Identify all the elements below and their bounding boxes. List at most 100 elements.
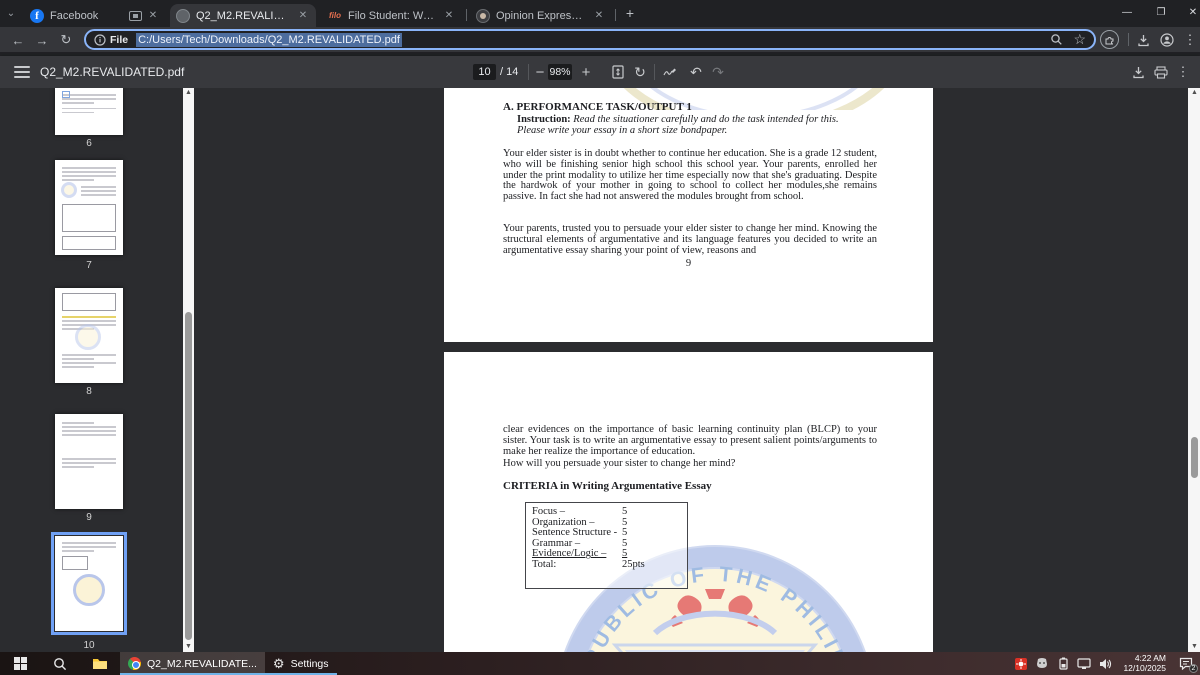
thumbnail-label: 9 bbox=[86, 512, 92, 523]
thumbnail-label: 6 bbox=[86, 138, 92, 149]
thumbnail-page-10[interactable] bbox=[55, 536, 123, 631]
scroll-up-icon[interactable]: ▲ bbox=[1189, 88, 1200, 98]
tray-app-red-icon[interactable] bbox=[1014, 657, 1028, 671]
tab-opinion[interactable]: Opinion Expression - Dola ✕ bbox=[470, 4, 612, 27]
taskbar-settings-label: Settings bbox=[290, 657, 329, 670]
window-maximize-button[interactable]: ❐ bbox=[1146, 0, 1176, 24]
pdf-toolbar: Q2_M2.REVALIDATED.pdf 10 / 14 − 98% + ↻ … bbox=[0, 56, 1200, 88]
toolbar-separator bbox=[528, 64, 529, 80]
thumbnail-page-9[interactable] bbox=[55, 414, 123, 509]
window-close-button[interactable]: ✕ bbox=[1178, 0, 1200, 24]
address-bar[interactable]: File C:/Users/Tech/Downloads/Q2_M2.REVAL… bbox=[84, 29, 1096, 50]
gear-icon: ⚙ bbox=[272, 655, 285, 671]
filo-favicon-icon: filo bbox=[329, 11, 341, 20]
thumbnail-page-8[interactable] bbox=[55, 288, 123, 383]
start-button[interactable] bbox=[0, 652, 40, 675]
taskbar-chrome-button[interactable]: Q2_M2.REVALIDATE... bbox=[120, 652, 265, 675]
pdf-menu-icon[interactable] bbox=[14, 66, 30, 78]
thumbnail-sidebar: 6 7 8 9 10 ▲ ▼ bbox=[0, 88, 196, 652]
search-icon bbox=[54, 657, 67, 670]
scroll-down-icon[interactable]: ▼ bbox=[1189, 642, 1200, 652]
fit-page-icon[interactable] bbox=[608, 62, 628, 82]
taskbar-clock[interactable]: 4:22 AM 12/10/2025 bbox=[1119, 653, 1170, 673]
pdf-page-9: A. PERFORMANCE TASK/OUTPUT 1 Instruction… bbox=[444, 88, 933, 342]
zoom-out-icon[interactable]: − bbox=[530, 62, 550, 82]
tab-close-icon[interactable]: ✕ bbox=[296, 9, 310, 23]
url-scheme-label: File bbox=[110, 33, 129, 46]
scroll-down-icon[interactable]: ▼ bbox=[183, 642, 194, 652]
annotate-pen-icon[interactable] bbox=[660, 62, 680, 82]
windows-taskbar: Q2_M2.REVALIDATE... ⚙ Settings 4:22 AM 1… bbox=[0, 652, 1200, 675]
battery-icon[interactable] bbox=[1056, 657, 1070, 671]
tab-filo[interactable]: filo Filo Student: World's Only Live | ✕ bbox=[322, 4, 462, 27]
criteria-heading: CRITERIA in Writing Argumentative Essay bbox=[503, 480, 712, 492]
criteria-value: 5 bbox=[622, 506, 628, 517]
page-number-input[interactable]: 10 bbox=[473, 64, 496, 80]
pdf-document-title: Q2_M2.REVALIDATED.pdf bbox=[40, 65, 185, 79]
file-explorer-button[interactable] bbox=[80, 652, 120, 675]
reload-icon[interactable]: ↻ bbox=[56, 30, 76, 50]
pdf-favicon-icon bbox=[176, 8, 190, 23]
forward-icon[interactable]: → bbox=[32, 30, 52, 50]
tab-close-icon[interactable]: ✕ bbox=[442, 9, 456, 23]
tab-close-icon[interactable]: ✕ bbox=[592, 9, 606, 23]
rotate-icon[interactable]: ↻ bbox=[630, 62, 650, 82]
network-display-icon[interactable] bbox=[1077, 657, 1092, 671]
main-scrollbar-thumb[interactable] bbox=[1190, 437, 1198, 478]
url-text-selected[interactable]: C:/Users/Tech/Downloads/Q2_M2.REVALIDATE… bbox=[136, 32, 402, 47]
thumbnail-page-7[interactable] bbox=[55, 160, 123, 255]
tab-pdf-active[interactable]: Q2_M2.REVALIDATED.pdf ✕ bbox=[170, 4, 316, 27]
instruction-label: Instruction: bbox=[517, 114, 571, 125]
browser-menu-icon[interactable]: ⋮ bbox=[1181, 31, 1199, 49]
scroll-up-icon[interactable]: ▲ bbox=[183, 88, 194, 98]
tab-facebook[interactable]: f Facebook ✕ bbox=[24, 4, 166, 27]
thumbnail-page-6[interactable] bbox=[55, 88, 123, 135]
tab-strip: ⌄ f Facebook ✕ Q2_M2.REVALIDATED.pdf ✕ f… bbox=[0, 0, 1200, 27]
bookmark-star-icon[interactable]: ☆ bbox=[1073, 31, 1086, 48]
tab-label: Facebook bbox=[50, 9, 99, 22]
zoom-in-icon[interactable]: + bbox=[576, 62, 596, 82]
chrome-logo-icon bbox=[128, 657, 141, 670]
thumbnail-label: 10 bbox=[83, 640, 95, 651]
clock-date: 12/10/2025 bbox=[1123, 662, 1166, 673]
print-icon[interactable] bbox=[1151, 62, 1171, 82]
tray-app-gray-icon[interactable] bbox=[1035, 657, 1049, 671]
criteria-row: Total: 25pts bbox=[532, 558, 687, 571]
tab-search-chevron-icon[interactable]: ⌄ bbox=[4, 8, 18, 20]
new-tab-button[interactable]: + bbox=[622, 6, 638, 22]
page-count-label: / 14 bbox=[500, 66, 519, 78]
redo-icon[interactable]: ↷ bbox=[708, 62, 728, 82]
download-icon[interactable] bbox=[1128, 62, 1148, 82]
search-icon[interactable] bbox=[1050, 33, 1063, 46]
toolbar-separator bbox=[654, 64, 655, 80]
pdf-more-menu-icon[interactable]: ⋮ bbox=[1173, 62, 1193, 82]
windows-logo-icon bbox=[13, 657, 27, 670]
downloads-icon[interactable] bbox=[1134, 31, 1152, 49]
criteria-row: Focus – 5 bbox=[532, 506, 687, 518]
profile-avatar-icon[interactable] bbox=[1158, 31, 1176, 49]
tab-label: Opinion Expression - Dola bbox=[496, 9, 586, 22]
info-icon[interactable] bbox=[94, 33, 106, 46]
taskbar-settings-button[interactable]: ⚙ Settings bbox=[264, 652, 337, 675]
main-scrollbar[interactable]: ▲ ▼ bbox=[1188, 88, 1200, 652]
extensions-icon[interactable] bbox=[1100, 30, 1119, 49]
criteria-value: 25pts bbox=[622, 558, 645, 570]
criteria-box: Focus –5 Organization –5 Sentence Struct… bbox=[525, 502, 688, 589]
zoom-level-value[interactable]: 98% bbox=[548, 64, 572, 80]
folder-icon bbox=[93, 659, 107, 669]
tab-close-icon[interactable]: ✕ bbox=[146, 9, 160, 23]
sidebar-scrollbar-thumb[interactable] bbox=[185, 312, 192, 640]
taskbar-chrome-label: Q2_M2.REVALIDATE... bbox=[147, 657, 257, 670]
pdf-viewer: 6 7 8 9 10 ▲ ▼ A. PERFORMANCE TASK/OUTPU… bbox=[0, 88, 1200, 652]
back-icon[interactable]: ← bbox=[8, 30, 28, 50]
window-minimize-button[interactable]: — bbox=[1112, 0, 1142, 24]
volume-icon[interactable] bbox=[1098, 657, 1112, 671]
sidebar-scrollbar[interactable]: ▲ ▼ bbox=[183, 88, 194, 652]
browser-toolbar: ← → ↻ File C:/Users/Tech/Downloads/Q2_M2… bbox=[0, 27, 1200, 52]
facebook-favicon-icon: f bbox=[30, 8, 44, 23]
task-question: How will you persuade your sister to cha… bbox=[503, 458, 736, 469]
criteria-label: Focus – bbox=[532, 506, 565, 517]
notification-center-button[interactable]: 2 bbox=[1177, 657, 1198, 673]
undo-icon[interactable]: ↶ bbox=[686, 62, 706, 82]
taskbar-search-button[interactable] bbox=[40, 652, 80, 675]
